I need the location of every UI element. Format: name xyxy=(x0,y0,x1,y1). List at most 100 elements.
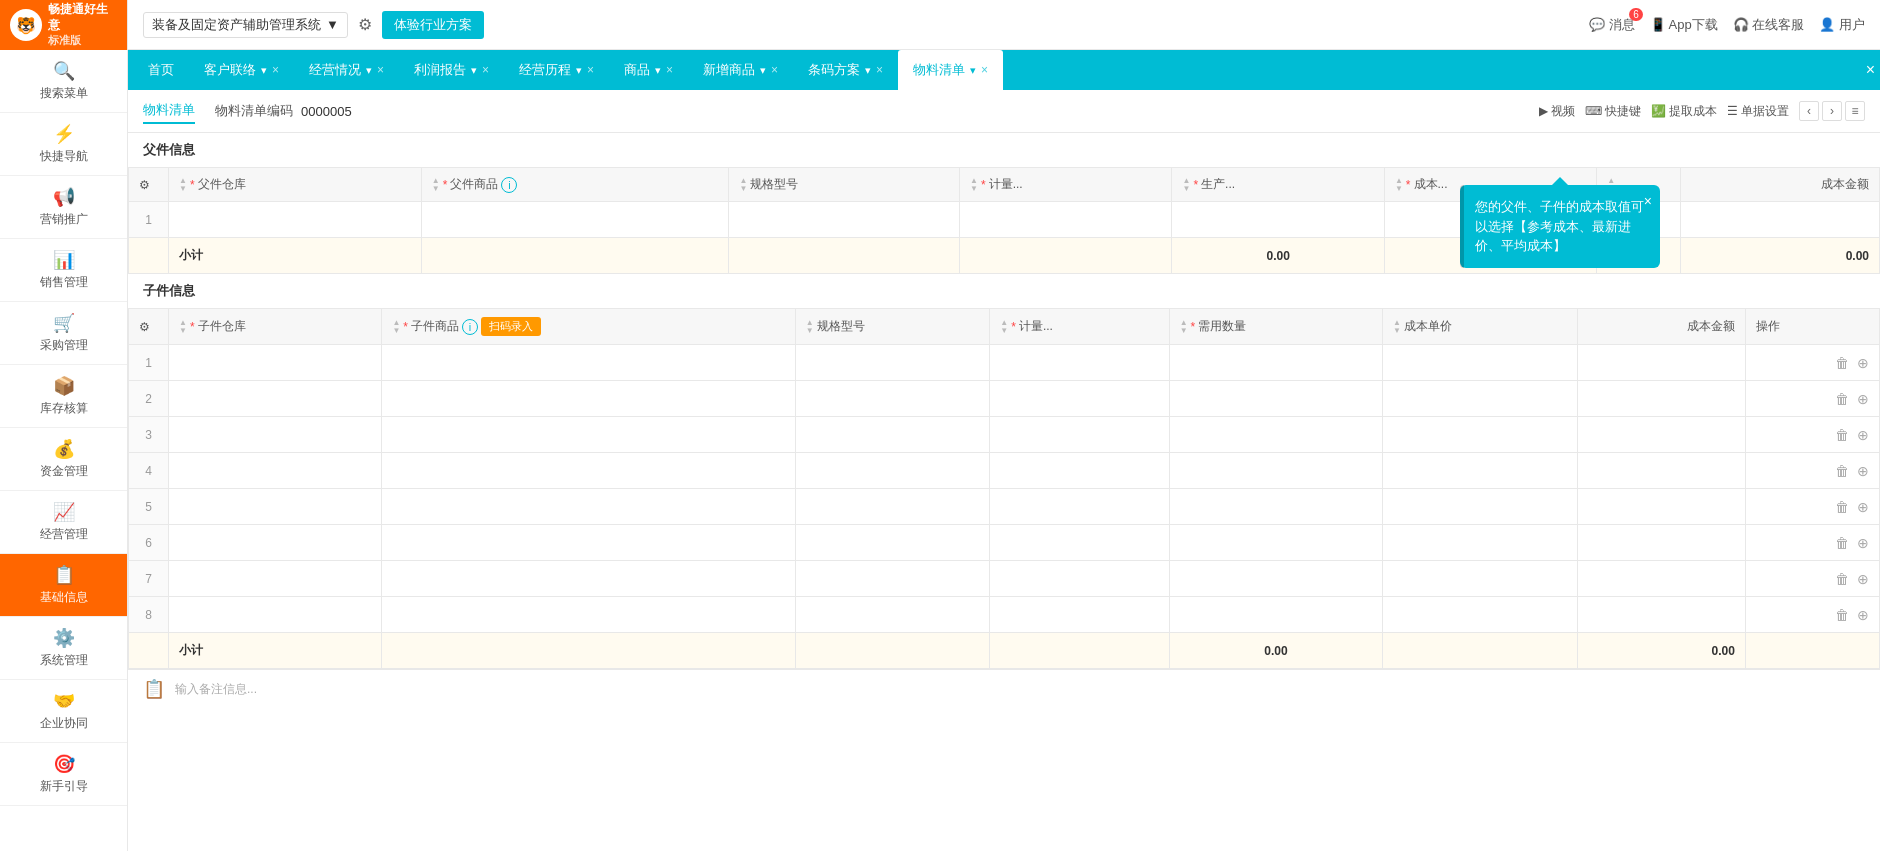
tab-history[interactable]: 经营历程 ▾ × xyxy=(504,50,609,90)
child-cell-qty[interactable] xyxy=(1169,597,1382,633)
sidebar-item-purchase[interactable]: 🛒 采购管理 xyxy=(0,302,127,365)
delete-icon[interactable]: 🗑 xyxy=(1835,571,1849,587)
child-cell-spec[interactable] xyxy=(795,453,990,489)
child-cell-warehouse[interactable] xyxy=(169,489,382,525)
parent-cell-unit[interactable] xyxy=(960,202,1172,238)
tab-profit[interactable]: 利润报告 ▾ × xyxy=(399,50,504,90)
child-cell-qty[interactable] xyxy=(1169,525,1382,561)
sort-icon[interactable]: ▲▼ xyxy=(1000,319,1008,335)
copy-icon[interactable]: ⊕ xyxy=(1857,391,1869,407)
sort-icon[interactable]: ▲▼ xyxy=(1393,319,1401,335)
online-service-btn[interactable]: 🎧 在线客服 xyxy=(1733,16,1805,34)
child-cell-goods[interactable] xyxy=(382,561,795,597)
child-cell-unit-cost[interactable] xyxy=(1383,561,1578,597)
child-cell-goods[interactable] xyxy=(382,597,795,633)
child-cell-unit[interactable] xyxy=(990,381,1169,417)
tab-close[interactable]: × xyxy=(771,63,778,77)
tab-add-goods[interactable]: 新增商品 ▾ × xyxy=(688,50,793,90)
sidebar-item-operations[interactable]: 📈 经营管理 xyxy=(0,491,127,554)
child-cell-unit-cost[interactable] xyxy=(1383,345,1578,381)
sort-icon[interactable]: ▲▼ xyxy=(179,177,187,193)
sort-icon[interactable]: ▲▼ xyxy=(179,319,187,335)
child-cell-spec[interactable] xyxy=(795,381,990,417)
info-icon[interactable]: i xyxy=(462,319,478,335)
sidebar-item-collab[interactable]: 🤝 企业协同 xyxy=(0,680,127,743)
child-th-settings[interactable]: ⚙ xyxy=(129,309,169,345)
sidebar-item-marketing[interactable]: 📢 营销推广 xyxy=(0,176,127,239)
child-cell-warehouse[interactable] xyxy=(169,453,382,489)
tab-close[interactable]: × xyxy=(482,63,489,77)
sidebar-item-search[interactable]: 🔍 搜索菜单 xyxy=(0,50,127,113)
parent-cell-spec[interactable] xyxy=(729,202,960,238)
tab-close[interactable]: × xyxy=(876,63,883,77)
child-cell-goods[interactable] xyxy=(382,525,795,561)
nav-menu-btn[interactable]: ≡ xyxy=(1845,101,1865,121)
tab-close[interactable]: × xyxy=(272,63,279,77)
single-settings-btn[interactable]: ☰ 单据设置 xyxy=(1727,103,1789,120)
user-avatar[interactable]: 👤 用户 xyxy=(1819,16,1865,34)
parent-cell-goods[interactable] xyxy=(421,202,729,238)
child-cell-goods[interactable] xyxy=(382,417,795,453)
child-cell-unit[interactable] xyxy=(990,453,1169,489)
child-cell-unit-cost[interactable] xyxy=(1383,525,1578,561)
settings-icon[interactable]: ⚙ xyxy=(358,15,372,34)
child-cell-warehouse[interactable] xyxy=(169,381,382,417)
child-cell-unit[interactable] xyxy=(990,417,1169,453)
delete-icon[interactable]: 🗑 xyxy=(1835,463,1849,479)
child-cell-unit-cost[interactable] xyxy=(1383,489,1578,525)
parent-th-settings[interactable]: ⚙ xyxy=(129,168,169,202)
sort-icon[interactable]: ▲▼ xyxy=(1395,177,1403,193)
child-cell-qty[interactable] xyxy=(1169,561,1382,597)
child-cell-unit[interactable] xyxy=(990,489,1169,525)
tab-home[interactable]: 首页 xyxy=(133,50,189,90)
delete-icon[interactable]: 🗑 xyxy=(1835,607,1849,623)
child-cell-qty[interactable] xyxy=(1169,417,1382,453)
trial-button[interactable]: 体验行业方案 xyxy=(382,11,484,39)
copy-icon[interactable]: ⊕ xyxy=(1857,427,1869,443)
child-cell-spec[interactable] xyxy=(795,345,990,381)
child-cell-warehouse[interactable] xyxy=(169,345,382,381)
delete-icon[interactable]: 🗑 xyxy=(1835,391,1849,407)
child-cell-warehouse[interactable] xyxy=(169,417,382,453)
message-btn[interactable]: 💬 消息 6 xyxy=(1589,16,1635,34)
sidebar-item-quicknav[interactable]: ⚡ 快捷导航 xyxy=(0,113,127,176)
child-cell-qty[interactable] xyxy=(1169,489,1382,525)
child-cell-unit-cost[interactable] xyxy=(1383,453,1578,489)
child-cell-unit-cost[interactable] xyxy=(1383,597,1578,633)
view-btn[interactable]: ▶ 视频 xyxy=(1539,103,1575,120)
child-cell-unit[interactable] xyxy=(990,525,1169,561)
child-cell-spec[interactable] xyxy=(795,417,990,453)
child-cell-goods[interactable] xyxy=(382,381,795,417)
sidebar-item-basicinfo[interactable]: 📋 基础信息 xyxy=(0,554,127,617)
subtab-bom-list[interactable]: 物料清单 xyxy=(143,98,195,124)
child-cell-warehouse[interactable] xyxy=(169,597,382,633)
child-cell-warehouse[interactable] xyxy=(169,525,382,561)
nav-next-btn[interactable]: › xyxy=(1822,101,1842,121)
tab-goods[interactable]: 商品 ▾ × xyxy=(609,50,688,90)
sidebar-item-finance[interactable]: 💰 资金管理 xyxy=(0,428,127,491)
sort-icon[interactable]: ▲▼ xyxy=(739,177,747,193)
copy-icon[interactable]: ⊕ xyxy=(1857,463,1869,479)
child-cell-spec[interactable] xyxy=(795,525,990,561)
copy-icon[interactable]: ⊕ xyxy=(1857,535,1869,551)
sort-icon[interactable]: ▲▼ xyxy=(432,177,440,193)
tab-close[interactable]: × xyxy=(587,63,594,77)
child-cell-unit-cost[interactable] xyxy=(1383,417,1578,453)
parent-cell-warehouse[interactable] xyxy=(169,202,422,238)
child-cell-spec[interactable] xyxy=(795,597,990,633)
child-cell-qty[interactable] xyxy=(1169,381,1382,417)
child-cell-goods[interactable] xyxy=(382,489,795,525)
sidebar-item-sales[interactable]: 📊 销售管理 xyxy=(0,239,127,302)
child-cell-unit[interactable] xyxy=(990,561,1169,597)
child-cell-unit[interactable] xyxy=(990,345,1169,381)
delete-icon[interactable]: 🗑 xyxy=(1835,355,1849,371)
system-selector[interactable]: 装备及固定资产辅助管理系统 ▼ xyxy=(143,12,348,38)
subtab-bom-code[interactable]: 物料清单编码 xyxy=(215,99,293,123)
tab-barcode[interactable]: 条码方案 ▾ × xyxy=(793,50,898,90)
sidebar-item-inventory[interactable]: 📦 库存核算 xyxy=(0,365,127,428)
info-icon[interactable]: i xyxy=(501,177,517,193)
tab-close[interactable]: × xyxy=(981,63,988,77)
sidebar-item-guide[interactable]: 🎯 新手引导 xyxy=(0,743,127,806)
scan-input-btn[interactable]: 扫码录入 xyxy=(481,317,541,336)
copy-icon[interactable]: ⊕ xyxy=(1857,571,1869,587)
